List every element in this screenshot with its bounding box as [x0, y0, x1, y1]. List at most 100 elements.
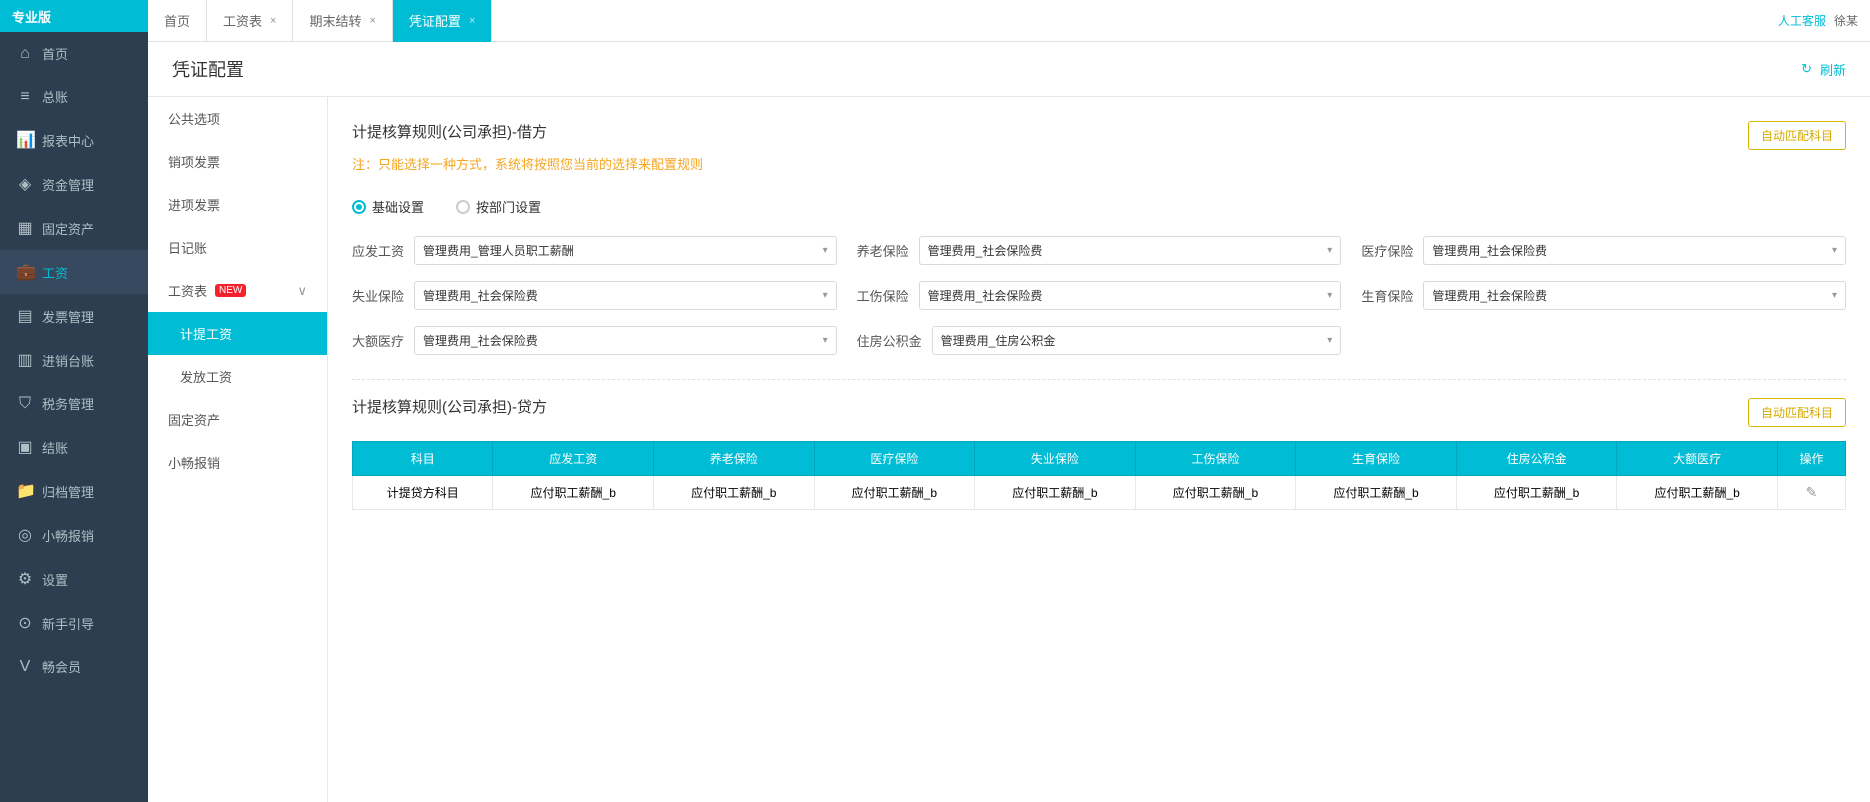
left-nav-sales-invoice[interactable]: 销项发票: [148, 140, 327, 183]
sidebar-item-label: 设置: [42, 570, 68, 589]
sidebar-item-reports[interactable]: 📊 报表中心: [0, 118, 148, 162]
col-header-gongshang: 工伤保险: [1135, 442, 1296, 476]
form-select-yanglao-value: 管理费用_社会保险费: [928, 242, 1324, 259]
page-title: 凭证配置: [172, 56, 244, 82]
sidebar-item-label: 畅会员: [42, 657, 81, 676]
col-header-yanglao: 养老保险: [653, 442, 814, 476]
sidebar-item-settings[interactable]: ⚙ 设置: [0, 557, 148, 601]
form-select-shengyu-value: 管理费用_社会保险费: [1432, 287, 1828, 304]
username-label: 徐某: [1834, 12, 1858, 29]
sidebar-item-general-ledger[interactable]: ≡ 总账: [0, 75, 148, 118]
left-nav-payroll-table[interactable]: 工资表 NEW ∨: [148, 269, 327, 312]
user-service-label[interactable]: 人工客服: [1778, 12, 1826, 29]
left-nav-journal[interactable]: 日记账: [148, 226, 327, 269]
debit-section-note: 注：只能选择一种方式，系统将按照您当前的选择来配置规则: [352, 154, 703, 173]
tab-voucher-config-close[interactable]: ×: [469, 15, 475, 27]
debit-form-item-shiye: 失业保险 管理费用_社会保险费 ▾: [352, 281, 837, 310]
debit-form-item-gongshang: 工伤保险 管理费用_社会保险费 ▾: [857, 281, 1342, 310]
tab-home-label: 首页: [164, 11, 190, 30]
form-select-yingfa[interactable]: 管理费用_管理人员职工薪酬 ▾: [414, 236, 837, 265]
sidebar-item-funds[interactable]: ◈ 资金管理: [0, 162, 148, 206]
sidebar-item-label: 资金管理: [42, 175, 94, 194]
refresh-button[interactable]: ↻ 刷新: [1801, 60, 1846, 79]
chevron-down-icon: ▾: [1327, 335, 1332, 346]
col-header-shiye: 失业保险: [975, 442, 1136, 476]
tabs-bar: 首页 工资表 × 期末结转 × 凭证配置 × 人工客服 徐某: [148, 0, 1870, 42]
sidebar-item-payroll[interactable]: 💼 工资: [0, 250, 148, 294]
radio-dept-settings[interactable]: 按部门设置: [456, 197, 541, 216]
form-select-shengyu[interactable]: 管理费用_社会保险费 ▾: [1423, 281, 1846, 310]
sidebar-item-label: 工资: [42, 263, 68, 282]
cell-shiye: 应付职工薪酬_b: [975, 476, 1136, 510]
chevron-down-icon: ▾: [1327, 245, 1332, 256]
left-nav: 公共选项 销项发票 进项发票 日记账 工资表 NEW ∨: [148, 97, 328, 802]
credit-table: 科目 应发工资 养老保险 医疗保险 失业保险 工伤保险 生育保险 住房公积金 大…: [352, 441, 1846, 510]
funds-icon: ◈: [16, 174, 34, 194]
sidebar-item-label: 固定资产: [42, 219, 94, 238]
cell-gongshang: 应付职工薪酬_b: [1135, 476, 1296, 510]
col-header-shengyu: 生育保险: [1296, 442, 1457, 476]
col-header-dae: 大额医疗: [1617, 442, 1778, 476]
sidebar-item-sales-purchase[interactable]: ▥ 进销台账: [0, 338, 148, 382]
left-nav-fixed-assets[interactable]: 固定资产: [148, 398, 327, 441]
radio-basic-circle: [352, 200, 366, 214]
left-nav-public-options[interactable]: 公共选项: [148, 97, 327, 140]
tab-home[interactable]: 首页: [148, 0, 207, 42]
radio-dept-label: 按部门设置: [476, 197, 541, 216]
tab-payroll[interactable]: 工资表 ×: [207, 0, 293, 42]
refresh-icon: ↻: [1801, 61, 1812, 77]
form-select-yanglao[interactable]: 管理费用_社会保险费 ▾: [919, 236, 1342, 265]
tab-voucher-config[interactable]: 凭证配置 ×: [393, 0, 492, 42]
tab-period-close[interactable]: 期末结转 ×: [293, 0, 392, 42]
form-select-gongshang[interactable]: 管理费用_社会保险费 ▾: [919, 281, 1342, 310]
form-label-shiye: 失业保险: [352, 286, 404, 305]
sidebar-item-label: 首页: [42, 44, 68, 63]
ledger-icon: ≡: [16, 88, 34, 106]
form-select-yiliao[interactable]: 管理费用_社会保险费 ▾: [1423, 236, 1846, 265]
credit-auto-match-button[interactable]: 自动匹配科目: [1748, 398, 1846, 427]
new-badge: NEW: [215, 284, 246, 297]
sidebar-item-invoice-mgmt[interactable]: ▤ 发票管理: [0, 294, 148, 338]
tab-period-close-close[interactable]: ×: [369, 15, 375, 27]
left-nav-issue-payroll[interactable]: 发放工资: [148, 355, 327, 398]
cell-yingfa: 应付职工薪酬_b: [493, 476, 654, 510]
left-nav-purchase-invoice[interactable]: 进项发票: [148, 183, 327, 226]
sidebar-item-label: 税务管理: [42, 394, 94, 413]
left-nav-calc-payroll[interactable]: 计提工资: [148, 312, 327, 355]
sidebar-item-archive[interactable]: 📁 归档管理: [0, 469, 148, 513]
form-select-gjj[interactable]: 管理费用_住房公积金 ▾: [932, 326, 1342, 355]
debit-section-title: 计提核算规则(公司承担)-借方: [352, 121, 703, 142]
sales-purchase-icon: ▥: [16, 350, 34, 370]
payroll-icon: 💼: [16, 262, 34, 282]
form-select-yingfa-value: 管理费用_管理人员职工薪酬: [423, 242, 819, 259]
tab-payroll-label: 工资表: [223, 11, 262, 30]
tab-payroll-close[interactable]: ×: [270, 15, 276, 27]
left-nav-label: 发放工资: [180, 367, 232, 386]
form-select-shiye[interactable]: 管理费用_社会保险费 ▾: [414, 281, 837, 310]
debit-auto-match-button[interactable]: 自动匹配科目: [1748, 121, 1846, 150]
cell-subject: 计提贷方科目: [353, 476, 493, 510]
form-label-shengyu: 生育保险: [1361, 286, 1413, 305]
sidebar-item-expense[interactable]: ◎ 小畅报销: [0, 513, 148, 557]
topbar-right: 人工客服 徐某: [1778, 12, 1870, 29]
radio-basic-label: 基础设置: [372, 197, 424, 216]
cell-action[interactable]: ✎: [1777, 476, 1845, 510]
left-nav-label: 工资表: [168, 281, 207, 300]
sidebar-item-close[interactable]: ▣ 结账: [0, 425, 148, 469]
edit-icon[interactable]: ✎: [1806, 484, 1818, 500]
sidebar-item-fixed-assets[interactable]: ▦ 固定资产: [0, 206, 148, 250]
sidebar-item-member[interactable]: V 畅会员: [0, 645, 148, 688]
sidebar-item-home[interactable]: ⌂ 首页: [0, 32, 148, 75]
form-select-dae[interactable]: 管理费用_社会保险费 ▾: [414, 326, 837, 355]
left-nav-label: 固定资产: [168, 410, 220, 429]
debit-form-item-shengyu: 生育保险 管理费用_社会保险费 ▾: [1361, 281, 1846, 310]
sidebar-item-tax[interactable]: ⛉ 税务管理: [0, 382, 148, 425]
expand-icon: ∨: [297, 283, 307, 299]
sidebar-item-guide[interactable]: ⊙ 新手引导: [0, 601, 148, 645]
left-nav-label: 公共选项: [168, 109, 220, 128]
radio-basic-settings[interactable]: 基础设置: [352, 197, 424, 216]
table-header-row: 科目 应发工资 养老保险 医疗保险 失业保险 工伤保险 生育保险 住房公积金 大…: [353, 442, 1846, 476]
left-nav-expense[interactable]: 小畅报销: [148, 441, 327, 484]
col-header-yiliao: 医疗保险: [814, 442, 975, 476]
form-label-dae: 大额医疗: [352, 331, 404, 350]
